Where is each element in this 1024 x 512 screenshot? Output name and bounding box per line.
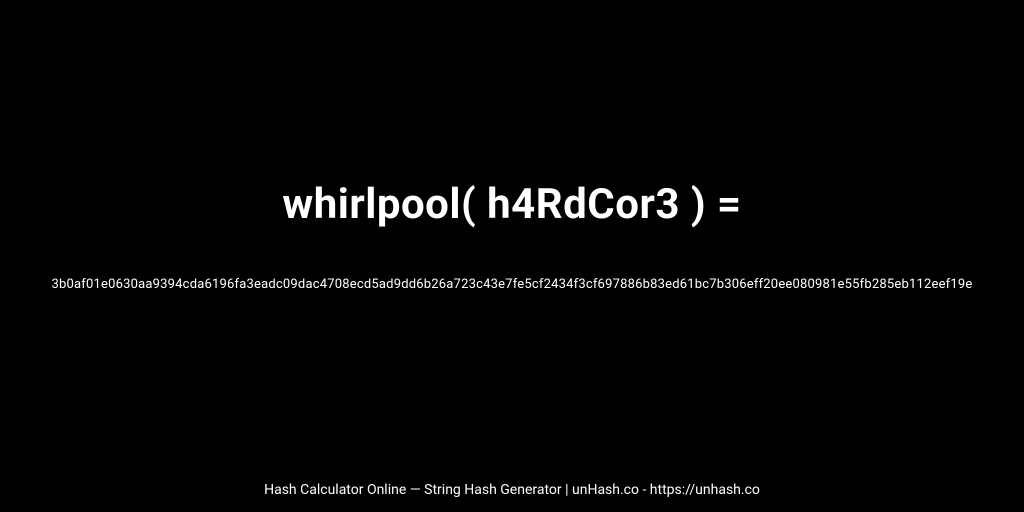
main-content: whirlpool( h4RdCor3 ) = 3b0af01e0630aa93… xyxy=(0,0,1024,472)
hash-expression: whirlpool( h4RdCor3 ) = xyxy=(282,180,741,229)
hash-output: 3b0af01e0630aa9394cda6196fa3eadc09dac470… xyxy=(51,277,972,292)
footer-text: Hash Calculator Online — String Hash Gen… xyxy=(0,472,1024,512)
